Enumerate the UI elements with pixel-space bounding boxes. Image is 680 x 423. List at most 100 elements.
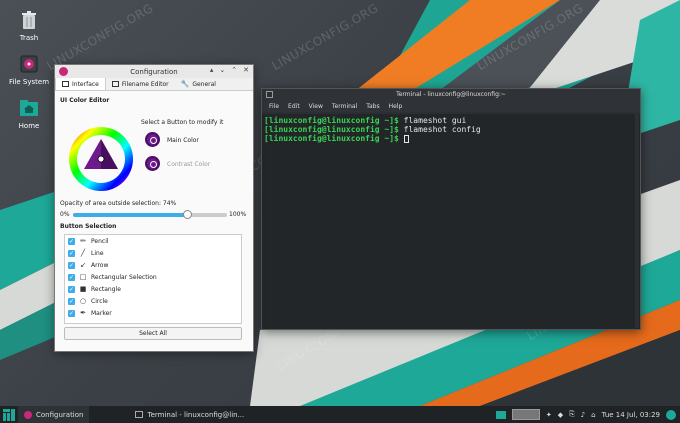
- button-selection-row[interactable]: ✓ ✏ Pencil: [65, 235, 241, 247]
- main-color-label: Main Color: [167, 137, 199, 144]
- trash-icon: [19, 10, 39, 30]
- select-button-hint: Select a Button to modify it: [141, 119, 224, 126]
- marker-icon: ✒: [80, 309, 86, 317]
- circle-icon: ○: [79, 297, 87, 305]
- terminal-output[interactable]: [linuxconfig@linuxconfig ~]$ flameshot g…: [262, 114, 640, 329]
- opacity-min-label: 0%: [60, 211, 70, 218]
- desktop-icon-home[interactable]: Home: [0, 98, 59, 130]
- config-tabbar: Interface Filename Editor 🔧 General: [55, 78, 253, 91]
- maximize-icon[interactable]: ⌃: [231, 66, 237, 74]
- terminal-icon: [266, 91, 273, 98]
- opacity-slider-thumb[interactable]: [182, 210, 192, 219]
- contrast-color-label: Contrast Color: [167, 161, 211, 168]
- config-title: Configuration: [130, 67, 178, 76]
- text-cursor: [403, 134, 409, 143]
- button-selection-title: Button Selection: [60, 223, 117, 230]
- terminal-line: [linuxconfig@linuxconfig ~]$ flameshot c…: [264, 125, 481, 134]
- rectangle-icon: ■: [79, 285, 87, 293]
- checkbox[interactable]: ✓: [68, 237, 75, 245]
- button-selection-row[interactable]: ✓ ↙ Arrow: [65, 259, 241, 271]
- button-selection-label: Circle: [91, 297, 108, 305]
- flameshot-icon: [59, 67, 68, 76]
- clipboard-icon[interactable]: ⎘: [569, 410, 575, 419]
- filename-editor-icon: [111, 81, 119, 87]
- interface-icon: [62, 81, 69, 87]
- menu-view[interactable]: View: [309, 103, 323, 110]
- opacity-label: Opacity of area outside selection: 74%: [60, 200, 177, 207]
- checkbox[interactable]: ✓: [68, 309, 75, 317]
- drive-icon: [19, 54, 39, 74]
- terminal-menubar: File Edit View Terminal Tabs Help: [262, 100, 640, 112]
- terminal-window[interactable]: Terminal - linuxconfig@linuxconfig:~ Fil…: [261, 88, 641, 330]
- keep-above-icon[interactable]: ▴: [210, 66, 214, 74]
- desktop-icon-file-system[interactable]: File System: [0, 54, 59, 86]
- checkbox[interactable]: ✓: [68, 273, 75, 281]
- manjaro-menu-icon: [3, 408, 15, 421]
- show-desktop-icon[interactable]: [495, 410, 506, 419]
- close-icon[interactable]: ✕: [243, 66, 249, 74]
- opacity-slider[interactable]: [73, 210, 227, 219]
- workspace-switcher[interactable]: [511, 409, 540, 420]
- taskbar-item-terminal[interactable]: Terminal - linuxconfig@lin...: [129, 406, 250, 423]
- button-selection-label: Pencil: [91, 237, 109, 245]
- tab-filename-editor[interactable]: Filename Editor: [106, 78, 175, 90]
- terminal-icon: [135, 411, 144, 418]
- clock[interactable]: Tue 14 Jul, 03:29: [602, 411, 660, 419]
- terminal-titlebar[interactable]: Terminal - linuxconfig@linuxconfig:~: [262, 89, 640, 100]
- checkbox[interactable]: ✓: [68, 261, 75, 269]
- start-menu-button[interactable]: [0, 406, 18, 423]
- shield-icon[interactable]: ◆: [558, 411, 563, 419]
- line-icon: ╱: [80, 249, 86, 257]
- volume-icon[interactable]: ♪: [581, 411, 585, 419]
- terminal-title: Terminal - linuxconfig@linuxconfig:~: [396, 91, 506, 98]
- button-selection-row[interactable]: ✓ ✒ Marker: [65, 307, 241, 319]
- power-icon[interactable]: [666, 409, 676, 420]
- button-selection-label: Line: [91, 249, 104, 257]
- button-selection-label: Rectangle: [91, 285, 121, 293]
- menu-terminal[interactable]: Terminal: [332, 103, 357, 110]
- button-selection-label: Marker: [91, 309, 112, 317]
- pencil-icon: ✏: [80, 237, 86, 245]
- checkbox[interactable]: ✓: [68, 297, 75, 305]
- minimize-icon[interactable]: ⌄: [219, 66, 225, 74]
- button-selection-list: ✓ ✏ Pencil ✓ ╱ Line ✓ ↙ Arrow ✓ □ Rectangular Selec…: [64, 234, 242, 324]
- button-selection-label: Rectangular Selection: [91, 273, 157, 281]
- checkbox[interactable]: ✓: [68, 285, 75, 293]
- terminal-line: [linuxconfig@linuxconfig ~]$: [264, 134, 640, 143]
- opacity-max-label: 100%: [229, 211, 247, 218]
- menu-file[interactable]: File: [269, 103, 279, 110]
- flame-icon[interactable]: ✦: [546, 411, 552, 419]
- checkbox[interactable]: ✓: [68, 249, 75, 257]
- wrench-icon: 🔧: [180, 80, 190, 88]
- select-all-button[interactable]: Select All: [64, 327, 242, 340]
- network-icon[interactable]: ⌂: [591, 411, 595, 419]
- home-folder-icon: [19, 98, 39, 118]
- desktop-icon-label: Trash: [19, 34, 39, 42]
- taskbar-item-configuration[interactable]: Configuration: [18, 406, 90, 423]
- color-wheel[interactable]: [67, 125, 135, 193]
- rect-selection-icon: □: [79, 273, 87, 281]
- ui-color-editor-title: UI Color Editor: [60, 97, 110, 104]
- main-color-swatch[interactable]: [145, 132, 160, 147]
- menu-help[interactable]: Help: [389, 103, 403, 110]
- desktop-icon-label: File System: [8, 78, 50, 86]
- desktop-icon-label: Home: [18, 122, 40, 130]
- menu-tabs[interactable]: Tabs: [366, 103, 379, 110]
- taskbar: Configuration Terminal - linuxconfig@lin…: [0, 406, 680, 423]
- flameshot-icon: [24, 410, 32, 419]
- button-selection-label: Arrow: [91, 261, 109, 269]
- configuration-window[interactable]: Configuration ▴ ⌄ ⌃ ✕ Interface Filename…: [54, 64, 254, 352]
- desktop-icon-trash[interactable]: Trash: [0, 10, 59, 42]
- button-selection-row[interactable]: ✓ ○ Circle: [65, 295, 241, 307]
- menu-edit[interactable]: Edit: [288, 103, 300, 110]
- opacity-slider-fill: [73, 213, 187, 217]
- tab-general[interactable]: 🔧 General: [175, 78, 222, 90]
- tab-interface[interactable]: Interface: [55, 78, 106, 90]
- button-selection-row[interactable]: ✓ ■ Rectangle: [65, 283, 241, 295]
- button-selection-row[interactable]: ✓ ╱ Line: [65, 247, 241, 259]
- button-selection-row[interactable]: ✓ □ Rectangular Selection: [65, 271, 241, 283]
- terminal-line: [linuxconfig@linuxconfig ~]$ flameshot g…: [264, 116, 467, 125]
- terminal-scrollbar[interactable]: [635, 114, 639, 328]
- contrast-color-swatch[interactable]: [145, 156, 160, 171]
- config-titlebar[interactable]: Configuration ▴ ⌄ ⌃ ✕: [55, 65, 253, 78]
